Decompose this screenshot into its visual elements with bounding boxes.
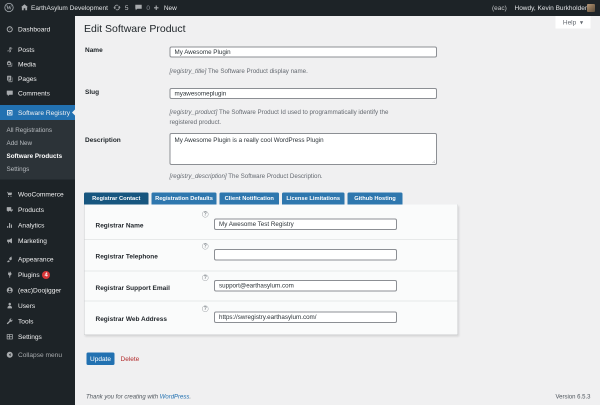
- svg-text:W: W: [6, 5, 12, 11]
